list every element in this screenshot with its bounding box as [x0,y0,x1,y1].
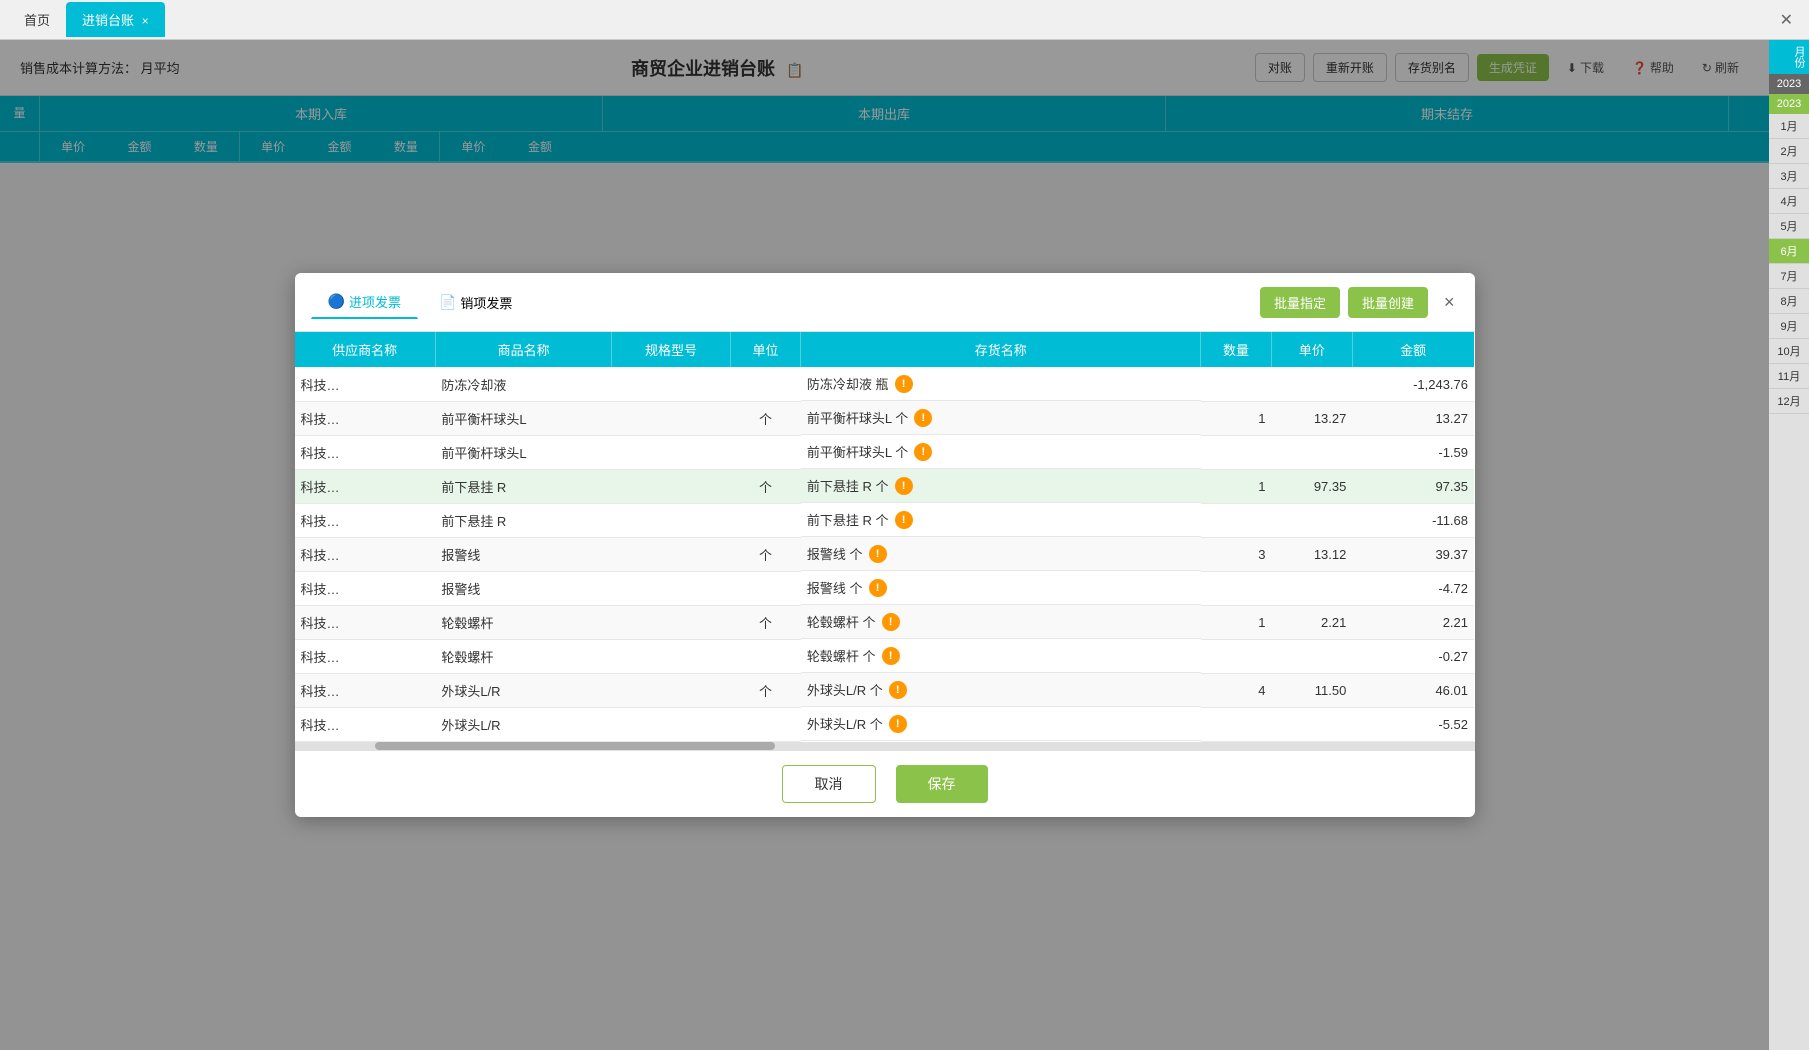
table-row: 科技…轮毂螺杆轮毂螺杆 个!-0.27 [295,639,1475,673]
side-month-item-11[interactable]: 11月 [1769,364,1809,389]
col-qty: 数量 [1201,332,1272,367]
batch-assign-button[interactable]: 批量指定 [1260,287,1340,318]
tab-close-icon[interactable]: × [142,14,149,28]
warning-icon[interactable]: ! [914,409,932,427]
warning-icon[interactable]: ! [914,443,932,461]
table-row: 科技…前下悬挂 R个前下悬挂 R 个!197.3597.35 [295,469,1475,503]
table-row: 科技…前平衡杆球头L前平衡杆球头L 个!-1.59 [295,435,1475,469]
tab-outbound-invoice[interactable]: 📄 销项发票 [422,285,529,319]
side-panel: 月份 2023 2023 1月2月3月4月5月6月7月8月9月10月11月12月 [1769,40,1809,1050]
cancel-button[interactable]: 取消 [782,765,876,803]
col-product-name: 商品名称 [435,332,612,367]
modal-footer: 取消 保存 [295,750,1475,817]
side-month-item-1[interactable]: 1月 [1769,114,1809,139]
table-row: 科技…前平衡杆球头L个前平衡杆球头L 个!113.2713.27 [295,401,1475,435]
side-month-item-5[interactable]: 5月 [1769,214,1809,239]
side-month-item-8[interactable]: 8月 [1769,289,1809,314]
side-month-item-7[interactable]: 7月 [1769,264,1809,289]
inventory-name: 轮毂螺杆 个 [807,612,876,631]
side-month-item-12[interactable]: 12月 [1769,389,1809,414]
tab-home[interactable]: 首页 [8,2,66,37]
inventory-name: 轮毂螺杆 个 [807,646,876,665]
table-scrollbar[interactable] [295,742,1475,750]
table-row: 科技…轮毂螺杆个轮毂螺杆 个!12.212.21 [295,605,1475,639]
side-months-list: 1月2月3月4月5月6月7月8月9月10月11月12月 [1769,114,1809,414]
inbound-tab-icon: 🔵 [328,293,345,310]
table-row: 科技…外球头L/R外球头L/R 个!-5.52 [295,707,1475,741]
warning-icon[interactable]: ! [889,681,907,699]
side-month-item-4[interactable]: 4月 [1769,189,1809,214]
table-row: 科技…防冻冷却液防冻冷却液 瓶!-1,243.76 [295,367,1475,401]
warning-icon[interactable]: ! [895,375,913,393]
year-label: 2023 [1769,74,1809,94]
table-row: 科技…外球头L/R个外球头L/R 个!411.5046.01 [295,673,1475,707]
warning-icon[interactable]: ! [869,545,887,563]
warning-icon[interactable]: ! [895,477,913,495]
outbound-tab-icon: 📄 [439,294,456,311]
warning-icon[interactable]: ! [895,511,913,529]
table-row: 科技…报警线报警线 个!-4.72 [295,571,1475,605]
modal-header-buttons: 批量指定 批量创建 [1260,287,1428,318]
warning-icon[interactable]: ! [882,647,900,665]
modal-header: 🔵 进项发票 📄 销项发票 批量指定 批量创建 × [295,273,1475,332]
tab-inbound-invoice[interactable]: 🔵 进项发票 [311,285,418,319]
inventory-name: 前平衡杆球头L 个 [807,408,908,427]
table-row: 科技…报警线个报警线 个!313.1239.37 [295,537,1475,571]
side-month-item-6[interactable]: 6月 [1769,239,1809,264]
bg-content: 销售成本计算方法： 月平均 商贸企业进销台账 📋 对账 重新开账 存货别名 生成… [0,40,1769,1050]
side-month-item-3[interactable]: 3月 [1769,164,1809,189]
save-button[interactable]: 保存 [896,765,988,803]
col-unit: 单位 [730,332,801,367]
side-month-item-2[interactable]: 2月 [1769,139,1809,164]
batch-create-button[interactable]: 批量创建 [1348,287,1428,318]
col-spec: 规格型号 [612,332,730,367]
inventory-name: 前下悬挂 R 个 [807,476,889,495]
col-amount: 金额 [1352,332,1474,367]
modal-dialog: 🔵 进项发票 📄 销项发票 批量指定 批量创建 × [295,273,1475,817]
scrollbar-thumb [375,742,775,750]
col-unit-price: 单价 [1271,332,1352,367]
inventory-name: 外球头L/R 个 [807,680,883,699]
inventory-name: 报警线 个 [807,544,863,563]
modal-tabs: 🔵 进项发票 📄 销项发票 [311,285,1260,319]
col-supplier: 供应商名称 [295,332,436,367]
inventory-name: 防冻冷却液 瓶 [807,374,889,393]
warning-icon[interactable]: ! [882,613,900,631]
month-label: 月份 [1769,40,1809,74]
invoice-table: 供应商名称 商品名称 规格型号 单位 存货名称 数量 单价 金额 科技…防冻冷却… [295,332,1475,742]
inventory-name: 外球头L/R 个 [807,714,883,733]
modal-overlay: 🔵 进项发票 📄 销项发票 批量指定 批量创建 × [0,40,1769,1050]
inventory-name: 报警线 个 [807,578,863,597]
window-close-icon[interactable]: ✕ [1772,6,1801,34]
table-row: 科技…前下悬挂 R前下悬挂 R 个!-11.68 [295,503,1475,537]
modal-close-icon[interactable]: × [1440,292,1459,313]
warning-icon[interactable]: ! [869,579,887,597]
side-month-item-10[interactable]: 10月 [1769,339,1809,364]
tab-bar: 首页 进销台账 × ✕ [0,0,1809,40]
year-badge: 2023 [1769,94,1809,114]
warning-icon[interactable]: ! [889,715,907,733]
inventory-name: 前下悬挂 R 个 [807,510,889,529]
side-month-item-9[interactable]: 9月 [1769,314,1809,339]
col-inventory-name: 存货名称 [801,332,1201,367]
modal-table-wrapper[interactable]: 供应商名称 商品名称 规格型号 单位 存货名称 数量 单价 金额 科技…防冻冷却… [295,332,1475,742]
tab-active[interactable]: 进销台账 × [66,2,165,37]
inventory-name: 前平衡杆球头L 个 [807,442,908,461]
